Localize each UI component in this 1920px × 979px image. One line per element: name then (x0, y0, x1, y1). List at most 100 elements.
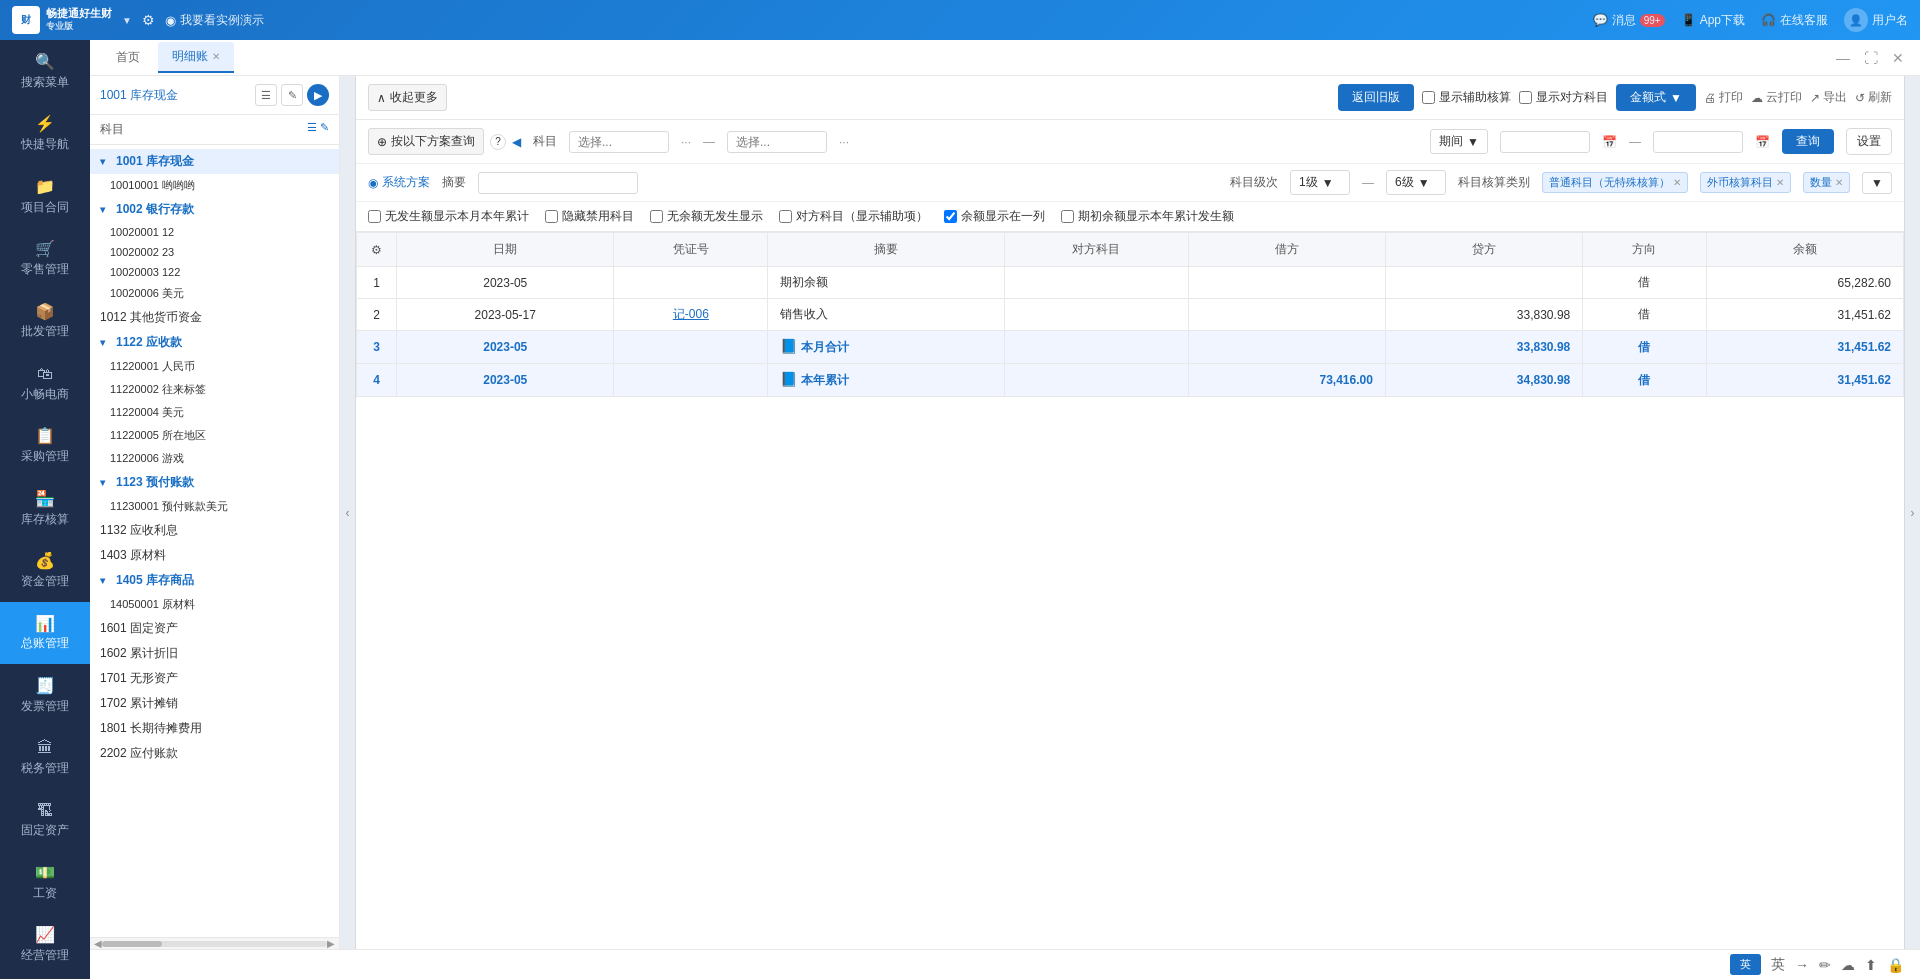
sidebar-item-assets[interactable]: 🏗 固定资产 (0, 789, 90, 851)
lang-btn[interactable]: 英 (1730, 954, 1761, 975)
tree-item-1602[interactable]: 1602 累计折旧 (90, 641, 339, 666)
check-no-balance2[interactable]: 无余额无发生显示 (650, 208, 763, 225)
tag-normal-subject[interactable]: 普通科目（无特殊核算） ✕ (1542, 172, 1688, 193)
check-no-balance-input[interactable] (368, 210, 381, 223)
filter-expand-icon[interactable]: ☰ ✎ (307, 121, 329, 134)
sidebar-item-operations[interactable]: 📈 经营管理 (0, 913, 90, 975)
message-btn[interactable]: 💬 消息 99+ (1593, 12, 1665, 29)
tree-item-14050001[interactable]: 14050001 原材料 (90, 593, 339, 616)
tree-item-1601[interactable]: 1601 固定资产 (90, 616, 339, 641)
show-aux-checkbox[interactable]: 显示辅助核算 (1422, 89, 1511, 106)
tree-item-11220006[interactable]: 11220006 游戏 (90, 447, 339, 470)
bottom-lock-icon[interactable]: 🔒 (1887, 957, 1904, 973)
level-to-select[interactable]: 6级 ▼ (1386, 170, 1446, 195)
tree-item-1012[interactable]: 1012 其他货币资金 (90, 305, 339, 330)
tree-item-1132[interactable]: 1132 应收利息 (90, 518, 339, 543)
tree-item-1405[interactable]: ▾ 1405 库存商品 (90, 568, 339, 593)
tab-minimize-icon[interactable]: — (1832, 48, 1854, 68)
query-btn[interactable]: 查询 (1782, 129, 1834, 154)
tree-item-2202[interactable]: 2202 应付账款 (90, 741, 339, 766)
logo-dropdown-icon[interactable]: ▼ (122, 15, 132, 26)
tree-item-11220001[interactable]: 11220001 人民币 (90, 355, 339, 378)
print-btn[interactable]: 🖨 打印 (1704, 89, 1743, 106)
account-edit-icon[interactable]: ✎ (281, 84, 303, 106)
format-btn[interactable]: 金额式 ▼ (1616, 84, 1696, 111)
period-from-input[interactable]: 2023-05 (1500, 131, 1590, 153)
account-next-icon[interactable]: ▶ (307, 84, 329, 106)
panel-collapse-btn[interactable]: ‹ (340, 76, 356, 949)
quantity-dropdown[interactable]: ▼ (1862, 172, 1892, 194)
check-opening-balance[interactable]: 期初余额显示本年累计发生额 (1061, 208, 1234, 225)
check-contra-input[interactable] (779, 210, 792, 223)
calendar-from-icon[interactable]: 📅 (1602, 135, 1617, 149)
tag3-close-icon[interactable]: ✕ (1835, 177, 1843, 188)
expand-more-btn[interactable]: ∧ 收起更多 (368, 84, 447, 111)
tab-home[interactable]: 首页 (102, 43, 154, 72)
check-balance-col-input[interactable] (944, 210, 957, 223)
subject-filter-input[interactable] (569, 131, 669, 153)
show-contra-input[interactable] (1519, 91, 1532, 104)
user-avatar[interactable]: 👤 用户名 (1844, 8, 1908, 32)
sidebar-item-ledger[interactable]: 📊 总账管理 (0, 602, 90, 664)
tab-close-icon[interactable]: ✕ (212, 51, 220, 62)
settings-icon[interactable]: ⚙ (142, 12, 155, 28)
calendar-to-icon[interactable]: 📅 (1755, 135, 1770, 149)
sidebar-item-finance[interactable]: 💰 资金管理 (0, 539, 90, 601)
cloud-print-btn[interactable]: ☁ 云打印 (1751, 89, 1802, 106)
filter-options-btn[interactable]: ⊕ 按以下方案查询 (368, 128, 484, 155)
check-contra-subject[interactable]: 对方科目（显示辅助项） (779, 208, 928, 225)
tree-item-1123[interactable]: ▾ 1123 预付账款 (90, 470, 339, 495)
refresh-btn[interactable]: ↺ 刷新 (1855, 89, 1892, 106)
filter-collapse-icon[interactable]: ◀ (512, 135, 521, 149)
settings-btn[interactable]: 设置 (1846, 128, 1892, 155)
table-gear-icon[interactable]: ⚙ (371, 243, 382, 257)
voucher-link[interactable]: 记-006 (673, 307, 709, 321)
bottom-cloud-icon[interactable]: ☁ (1841, 957, 1855, 973)
online-service-btn[interactable]: 🎧 在线客服 (1761, 12, 1828, 29)
tree-item-1701[interactable]: 1701 无形资产 (90, 666, 339, 691)
sidebar-item-invoice[interactable]: 🧾 发票管理 (0, 664, 90, 726)
summary-filter-input[interactable] (478, 172, 638, 194)
tree-item-10020002[interactable]: 10020002 23 (90, 242, 339, 262)
back-to-old-btn[interactable]: 返回旧版 (1338, 84, 1414, 111)
check-no-balance2-input[interactable] (650, 210, 663, 223)
right-panel-collapse-btn[interactable]: › (1904, 76, 1920, 949)
tree-item-1403[interactable]: 1403 原材料 (90, 543, 339, 568)
tree-item-1801[interactable]: 1801 长期待摊费用 (90, 716, 339, 741)
tree-item-11220005[interactable]: 11220005 所在地区 (90, 424, 339, 447)
demo-link[interactable]: ◉ 我要看实例演示 (165, 12, 264, 29)
sidebar-item-salary[interactable]: 💵 工资 (0, 851, 90, 913)
tag2-close-icon[interactable]: ✕ (1776, 177, 1784, 188)
app-download-btn[interactable]: 📱 App下载 (1681, 12, 1745, 29)
period-type-select[interactable]: 期间 ▼ (1430, 129, 1488, 154)
sidebar-item-quick[interactable]: ⚡ 快捷导航 (0, 102, 90, 164)
tree-item-11230001[interactable]: 11230001 预付账款美元 (90, 495, 339, 518)
sidebar-item-retail[interactable]: 🛒 零售管理 (0, 227, 90, 289)
tree-item-1122[interactable]: ▾ 1122 应收款 (90, 330, 339, 355)
tree-item-11220004[interactable]: 11220004 美元 (90, 401, 339, 424)
tree-item-10020003[interactable]: 10020003 122 (90, 262, 339, 282)
period-to-input[interactable]: 2023-05 (1653, 131, 1743, 153)
tag-quantity[interactable]: 数量 ✕ (1803, 172, 1850, 193)
bottom-upload-icon[interactable]: ⬆ (1865, 957, 1877, 973)
tag-foreign-currency[interactable]: 外币核算科目 ✕ (1700, 172, 1791, 193)
check-hide-disabled-input[interactable] (545, 210, 558, 223)
tree-item-1001[interactable]: ▾ 1001 库存现金 (90, 149, 339, 174)
account-list-icon[interactable]: ☰ (255, 84, 277, 106)
show-contra-checkbox[interactable]: 显示对方科目 (1519, 89, 1608, 106)
sidebar-item-project[interactable]: 📁 项目合同 (0, 165, 90, 227)
filter-help-icon[interactable]: ? (490, 134, 506, 150)
tree-item-10010001[interactable]: 10010001 哟哟哟 (90, 174, 339, 197)
sidebar-item-wholesale[interactable]: 📦 批发管理 (0, 290, 90, 352)
sidebar-item-purchase[interactable]: 📋 采购管理 (0, 414, 90, 476)
level-from-select[interactable]: 1级 ▼ (1290, 170, 1350, 195)
tree-item-1702[interactable]: 1702 累计摊销 (90, 691, 339, 716)
row2-voucher[interactable]: 记-006 (614, 299, 768, 331)
sidebar-item-ecommerce[interactable]: 🛍 小畅电商 (0, 352, 90, 414)
check-no-balance[interactable]: 无发生额显示本月本年累计 (368, 208, 529, 225)
tree-item-10020006[interactable]: 10020006 美元 (90, 282, 339, 305)
sidebar-item-search[interactable]: 🔍 搜索菜单 (0, 40, 90, 102)
tree-item-1002[interactable]: ▾ 1002 银行存款 (90, 197, 339, 222)
horizontal-scrollbar[interactable]: ◀ ▶ (90, 937, 339, 949)
tag1-close-icon[interactable]: ✕ (1673, 177, 1681, 188)
